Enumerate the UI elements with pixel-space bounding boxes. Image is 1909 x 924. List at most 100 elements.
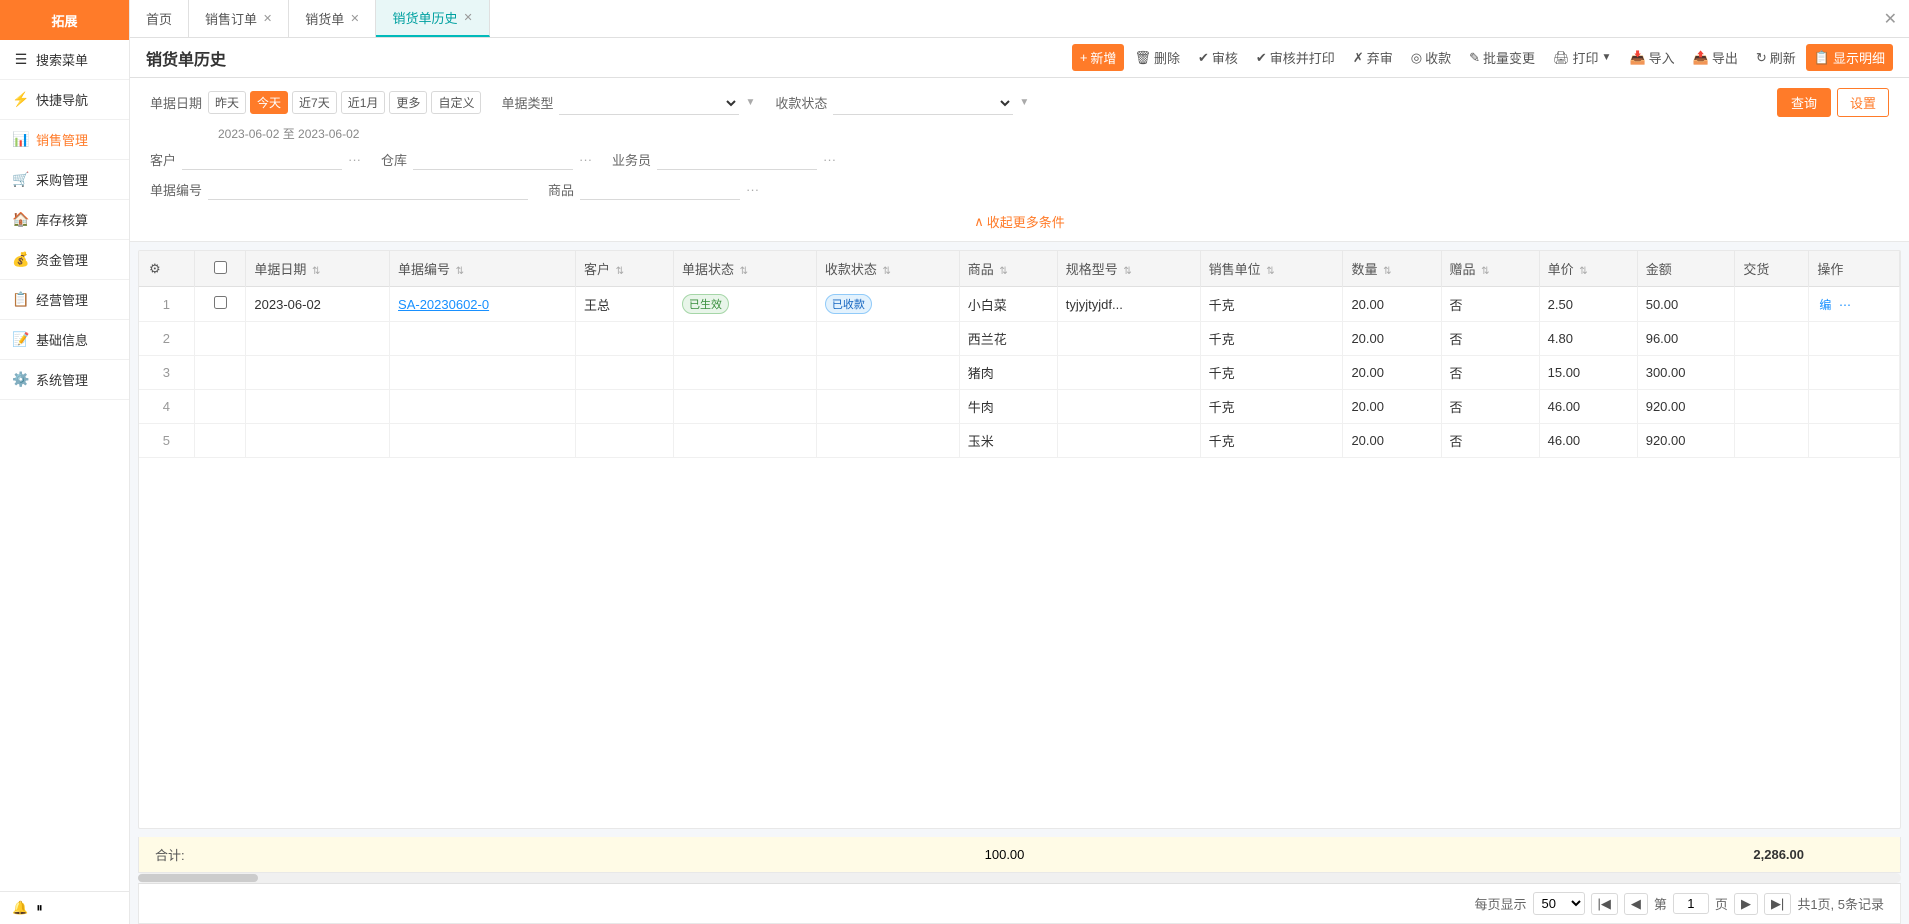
customer-dots[interactable]: ··· xyxy=(348,152,361,167)
col-doc-no[interactable]: 单据编号 ⇅ xyxy=(390,251,576,287)
col-trade[interactable]: 交货 xyxy=(1735,251,1809,287)
abandon-button[interactable]: ✗ 弃审 xyxy=(1345,44,1401,71)
col-customer[interactable]: 客户 ⇅ xyxy=(575,251,673,287)
tab-sales-goods[interactable]: 销货单 ✕ xyxy=(289,0,376,37)
col-amount[interactable]: 金额 xyxy=(1637,251,1735,287)
print-button[interactable]: 🖨 打印 ▼ xyxy=(1545,44,1619,71)
scrollbar-thumb[interactable] xyxy=(138,874,258,882)
horizontal-scrollbar[interactable] xyxy=(138,873,1901,883)
date-more-btn[interactable]: 更多 xyxy=(389,91,427,114)
goods-filter-input[interactable] xyxy=(580,178,740,200)
audit-print-button[interactable]: ✔ 审核并打印 xyxy=(1248,44,1343,71)
new-button[interactable]: + 新增 xyxy=(1072,44,1125,71)
tab-sales-history[interactable]: 销货单历史 ✕ xyxy=(376,0,489,37)
tab-sales-order[interactable]: 销售订单 ✕ xyxy=(189,0,289,37)
notification-icon[interactable]: 🔔 xyxy=(12,900,28,916)
basic-info-icon: 📝 xyxy=(12,331,30,349)
col-operation: 操作 xyxy=(1809,251,1900,287)
col-price[interactable]: 单价 ⇅ xyxy=(1539,251,1637,287)
show-detail-button[interactable]: 📋 显示明细 xyxy=(1806,44,1893,71)
col-gear[interactable]: ⚙ xyxy=(139,251,194,287)
select-all-checkbox[interactable] xyxy=(214,261,227,274)
row-collectstatus-1: 已收款 xyxy=(816,287,959,322)
row-unit-1: 千克 xyxy=(1200,287,1343,322)
export-button[interactable]: 📤 导出 xyxy=(1685,44,1746,71)
goods-dots[interactable]: ··· xyxy=(746,182,759,197)
date-last1month-btn[interactable]: 近1月 xyxy=(341,91,386,114)
tab-home[interactable]: 首页 xyxy=(130,0,189,37)
col-checkbox[interactable] xyxy=(194,251,246,287)
sidebar-item-finance-mgmt[interactable]: 💰 资金管理 xyxy=(0,240,129,280)
refresh-button[interactable]: ↻ 刷新 xyxy=(1748,44,1804,71)
per-page-label: 每页显示 xyxy=(1475,894,1527,913)
last-page-btn[interactable]: ▶| xyxy=(1764,893,1791,915)
collect-button[interactable]: ◎ 收款 xyxy=(1403,44,1459,71)
sidebar-item-search-menu[interactable]: ☰ 搜索菜单 xyxy=(0,40,129,80)
row-num-4: 4 xyxy=(139,390,194,424)
customer-filter-input[interactable] xyxy=(182,148,342,170)
salesperson-dots[interactable]: ··· xyxy=(823,152,836,167)
date-filter-buttons: 昨天 今天 近7天 近1月 更多 自定义 xyxy=(208,91,481,114)
col-unit[interactable]: 销售单位 ⇅ xyxy=(1200,251,1343,287)
batch-change-button[interactable]: ✎ 批量变更 xyxy=(1461,44,1543,71)
prev-page-btn[interactable]: ◀ xyxy=(1624,893,1648,915)
sidebar-item-sales-mgmt[interactable]: 📊 销售管理 xyxy=(0,120,129,160)
col-qty[interactable]: 数量 ⇅ xyxy=(1343,251,1441,287)
delete-button[interactable]: 🗑 删除 xyxy=(1126,44,1188,71)
row-1-more-btn[interactable]: ⋯ xyxy=(1837,298,1853,312)
audit-button[interactable]: ✔ 审核 xyxy=(1190,44,1246,71)
window-close-button[interactable]: ✕ xyxy=(1872,9,1909,29)
tab-sales-history-close[interactable]: ✕ xyxy=(464,11,473,24)
row-date-2 xyxy=(246,322,390,356)
collapse-button[interactable]: ∧ 收起更多条件 xyxy=(150,208,1889,235)
docno-filter-input[interactable] xyxy=(208,178,528,200)
collect-icon: ◎ xyxy=(1411,50,1422,66)
sidebar-item-operation-mgmt[interactable]: 📋 经营管理 xyxy=(0,280,129,320)
row-num-5: 5 xyxy=(139,424,194,458)
type-filter-select[interactable] xyxy=(559,91,739,115)
row-customer-2 xyxy=(575,322,673,356)
per-page-select[interactable]: 50 100 200 xyxy=(1533,892,1585,915)
row-checkbox-2[interactable] xyxy=(194,322,246,356)
date-custom-btn[interactable]: 自定义 xyxy=(431,91,481,114)
row-docno-link-1[interactable]: SA-20230602-0 xyxy=(398,297,489,312)
col-doc-status[interactable]: 单据状态 ⇅ xyxy=(674,251,817,287)
first-page-btn[interactable]: |◀ xyxy=(1591,893,1618,915)
row-date-3 xyxy=(246,356,390,390)
row-qty-2: 20.00 xyxy=(1343,322,1441,356)
col-goods[interactable]: 商品 ⇅ xyxy=(959,251,1057,287)
date-yesterday-btn[interactable]: 昨天 xyxy=(208,91,246,114)
sidebar-item-basic-info[interactable]: 📝 基础信息 xyxy=(0,320,129,360)
pause-icon[interactable]: ⏸ xyxy=(36,900,43,916)
tab-sales-order-close[interactable]: ✕ xyxy=(263,12,272,25)
col-date[interactable]: 单据日期 ⇅ xyxy=(246,251,390,287)
collect-status-select[interactable] xyxy=(833,91,1013,115)
current-page-input[interactable] xyxy=(1673,893,1709,914)
table-row: 5 玉米 千克 20.00 否 46.00 920.00 xyxy=(139,424,1900,458)
col-gift[interactable]: 赠品 ⇅ xyxy=(1441,251,1539,287)
row-1-checkbox[interactable] xyxy=(214,296,227,309)
sidebar-item-purchase-mgmt[interactable]: 🛒 采购管理 xyxy=(0,160,129,200)
salesperson-filter-input[interactable] xyxy=(657,148,817,170)
next-page-btn[interactable]: ▶ xyxy=(1734,893,1758,915)
date-today-btn[interactable]: 今天 xyxy=(250,91,288,114)
warehouse-filter-input[interactable] xyxy=(413,148,573,170)
row-checkbox-4[interactable] xyxy=(194,390,246,424)
warehouse-dots[interactable]: ··· xyxy=(579,152,592,167)
sidebar-item-quick-nav[interactable]: ⚡ 快捷导航 xyxy=(0,80,129,120)
date-last7days-btn[interactable]: 近7天 xyxy=(292,91,337,114)
tab-sales-goods-close[interactable]: ✕ xyxy=(350,12,359,25)
goods-sort-icon: ⇅ xyxy=(999,266,1007,277)
sidebar-item-inventory-calc[interactable]: 🏠 库存核算 xyxy=(0,200,129,240)
query-button[interactable]: 查询 xyxy=(1777,88,1831,117)
import-button[interactable]: 📥 导入 xyxy=(1621,44,1682,71)
setup-button[interactable]: 设置 xyxy=(1837,88,1889,117)
col-spec[interactable]: 规格型号 ⇅ xyxy=(1057,251,1200,287)
row-1-edit-btn[interactable]: 编 xyxy=(1817,296,1833,313)
row-checkbox-3[interactable] xyxy=(194,356,246,390)
table-row: 2 西兰花 千克 20.00 否 4.80 96.00 xyxy=(139,322,1900,356)
row-checkbox-1[interactable] xyxy=(194,287,246,322)
sidebar-item-system-mgmt[interactable]: ⚙️ 系统管理 xyxy=(0,360,129,400)
row-checkbox-5[interactable] xyxy=(194,424,246,458)
col-collect-status[interactable]: 收款状态 ⇅ xyxy=(816,251,959,287)
